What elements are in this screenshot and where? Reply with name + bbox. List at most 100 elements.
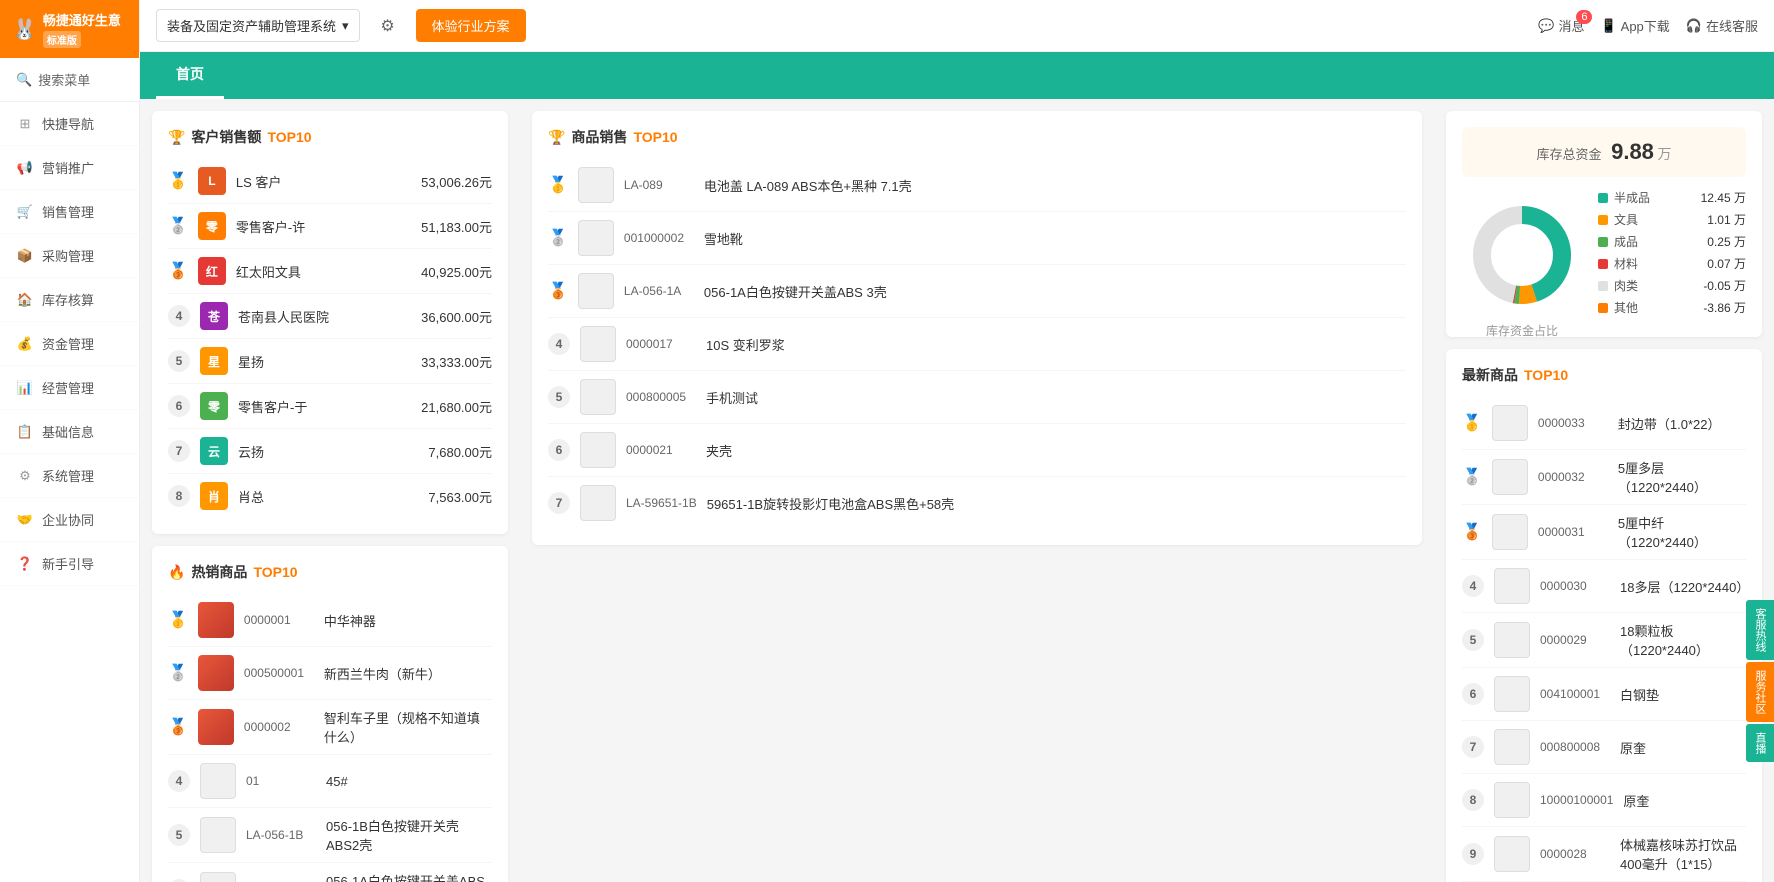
customer-name-8: 肖总: [238, 487, 418, 506]
inventory-icon: 🏠: [16, 291, 34, 309]
hot-product-code-2: 000500001: [244, 666, 314, 680]
float-btn-community[interactable]: 服务社区: [1746, 662, 1774, 722]
hot-bronze-medal: 🥉: [168, 717, 188, 737]
rank-num-6: 6: [168, 395, 190, 417]
new-prod-img-8: [1494, 782, 1530, 818]
new-products-title: 最新商品 TOP10: [1462, 365, 1746, 385]
sidebar-item-system[interactable]: ⚙ 系统管理: [0, 454, 139, 498]
customer-badge-7: 云: [200, 437, 228, 465]
legend-dot-material: [1598, 259, 1608, 269]
chart-area: 库存资金占比 半成品 12.45 万 文具 1.01 万: [1462, 189, 1746, 321]
search-menu-label: 搜索菜单: [38, 70, 90, 89]
new-silver-medal: 🥈: [1462, 467, 1482, 487]
search-icon: 🔍: [16, 72, 32, 88]
sidebar-item-cooperation[interactable]: 🤝 企业协同: [0, 498, 139, 542]
sidebar-item-inventory[interactable]: 🏠 库存核算: [0, 278, 139, 322]
settings-button[interactable]: ⚙: [372, 10, 404, 42]
tab-home[interactable]: 首页: [156, 52, 224, 99]
silver-medal-icon: 🥈: [168, 216, 188, 236]
product-rank-list: 🥇 LA-089 电池盖 LA-089 ABS本色+黑种 7.1壳 🥈 0010…: [548, 159, 1406, 529]
app-download-button[interactable]: 📱 App下载: [1600, 16, 1669, 35]
customer-rank-item-6: 6 零 零售客户-于 21,680.00元: [168, 384, 492, 429]
sidebar-item-finance[interactable]: 💰 资金管理: [0, 322, 139, 366]
product-rank-6: 6 0000021 夹壳: [548, 424, 1406, 477]
sidebar-item-operations[interactable]: 📊 经营管理: [0, 366, 139, 410]
inventory-label: 库存总资金: [1536, 147, 1601, 162]
inventory-card: 库存总资金 9.88 万: [1446, 111, 1762, 337]
new-prod-code-4: 0000030: [1540, 579, 1610, 593]
new-prod-name-9: 体械嘉核味苏打饮品400毫升（1*15）: [1620, 835, 1746, 873]
customer-amount-1: 53,006.26元: [421, 172, 492, 191]
new-prod-name-4: 18多层（1220*2440）: [1620, 577, 1746, 596]
prod-code-6: 0000021: [626, 443, 696, 457]
new-prod-code-7: 000800008: [1540, 740, 1610, 754]
new-prod-code-9: 0000028: [1540, 847, 1610, 861]
search-menu-button[interactable]: 🔍 搜索菜单: [10, 66, 129, 93]
hot-product-name-4: 45#: [326, 774, 492, 789]
product-rank-4: 4 0000017 10S 变利罗浆: [548, 318, 1406, 371]
sidebar-item-marketing[interactable]: 📢 营销推广: [0, 146, 139, 190]
prod-rank-num-5: 5: [548, 386, 570, 408]
customer-rank-item-4: 4 苍 苍南县人民医院 36,600.00元: [168, 294, 492, 339]
sidebar-item-guide[interactable]: ❓ 新手引导: [0, 542, 139, 586]
new-product-4: 4 0000030 18多层（1220*2440）: [1462, 560, 1746, 613]
prod-name-4: 10S 变利罗浆: [706, 335, 1406, 354]
hot-products-title: 🔥 热销商品 TOP10: [168, 562, 492, 582]
system-name: 装备及固定资产辅助管理系统: [167, 16, 336, 35]
hot-product-img-2: [198, 655, 234, 691]
online-service-button[interactable]: 🎧 在线客服: [1686, 16, 1758, 35]
new-prod-name-5: 18颗粒板（1220*2440）: [1620, 621, 1746, 659]
gold-medal-icon: 🥇: [168, 171, 188, 191]
new-prod-name-1: 封边带（1.0*22）: [1618, 414, 1746, 433]
inventory-unit: 万: [1658, 146, 1672, 162]
sidebar-item-purchase[interactable]: 📦 采购管理: [0, 234, 139, 278]
messages-button[interactable]: 💬 消息 6: [1538, 16, 1584, 35]
finance-icon: 💰: [16, 335, 34, 353]
prod-code-4: 0000017: [626, 337, 696, 351]
customer-badge-1: L: [198, 167, 226, 195]
new-rank-9: 9: [1462, 843, 1484, 865]
new-rank-8: 8: [1462, 789, 1484, 811]
hot-product-name-3: 智利车子里（规格不知道填什么）: [324, 708, 492, 746]
chart-subtitle: 库存资金占比: [1462, 322, 1582, 339]
sidebar-item-basic-info[interactable]: 📋 基础信息: [0, 410, 139, 454]
new-prod-code-1: 0000033: [1538, 416, 1608, 430]
system-label: 系统管理: [42, 466, 94, 485]
float-btn-live[interactable]: 直播: [1746, 724, 1774, 762]
rank-num-4: 4: [168, 305, 190, 327]
right-panel: 库存总资金 9.88 万: [1434, 99, 1774, 882]
new-gold-medal: 🥇: [1462, 413, 1482, 433]
legend-list: 半成品 12.45 万 文具 1.01 万 成品 0.25 万: [1598, 189, 1746, 321]
customer-name-1: LS 客户: [236, 172, 411, 191]
new-prod-img-2: [1492, 459, 1528, 495]
product-trophy-icon: 🏆: [548, 129, 565, 146]
new-prod-img-1: [1492, 405, 1528, 441]
left-panel: 🏆 客户销售额 TOP10 🥇 L LS 客户 53,006.26元 🥈: [140, 99, 520, 882]
prod-code-5: 000800005: [626, 390, 696, 404]
system-selector[interactable]: 装备及固定资产辅助管理系统 ▾: [156, 9, 360, 42]
prod-rank-num-7: 7: [548, 492, 570, 514]
guide-icon: ❓: [16, 555, 34, 573]
inventory-total: 库存总资金 9.88 万: [1462, 127, 1746, 177]
legend-dot-stationery: [1598, 215, 1608, 225]
customer-rank-item-2: 🥈 零 零售客户-许 51,183.00元: [168, 204, 492, 249]
prod-name-2: 雪地靴: [704, 229, 1406, 248]
marketing-label: 营销推广: [42, 158, 94, 177]
prod-img-6: [580, 432, 616, 468]
messages-badge: 6: [1576, 10, 1592, 24]
sidebar-item-quick-nav[interactable]: ⊞ 快捷导航: [0, 102, 139, 146]
prod-code-2: 001000002: [624, 231, 694, 245]
customer-name-6: 零售客户-于: [238, 397, 411, 416]
quick-nav-label: 快捷导航: [42, 114, 94, 133]
hot-product-3: 🥉 0000002 智利车子里（规格不知道填什么）: [168, 700, 492, 755]
prod-gold-medal: 🥇: [548, 175, 568, 195]
customer-amount-4: 36,600.00元: [421, 307, 492, 326]
trial-button[interactable]: 体验行业方案: [416, 9, 526, 42]
sales-label: 销售管理: [42, 202, 94, 221]
product-rank-7: 7 LA-59651-1B 59651-1B旋转投影灯电池盒ABS黑色+58壳: [548, 477, 1406, 529]
top-header: 装备及固定资产辅助管理系统 ▾ ⚙ 体验行业方案 💬 消息 6 📱 App下载 …: [140, 0, 1774, 52]
new-prod-img-4: [1494, 568, 1530, 604]
sidebar-item-sales[interactable]: 🛒 销售管理: [0, 190, 139, 234]
float-btn-service[interactable]: 客服热线: [1746, 600, 1774, 660]
marketing-icon: 📢: [16, 159, 34, 177]
